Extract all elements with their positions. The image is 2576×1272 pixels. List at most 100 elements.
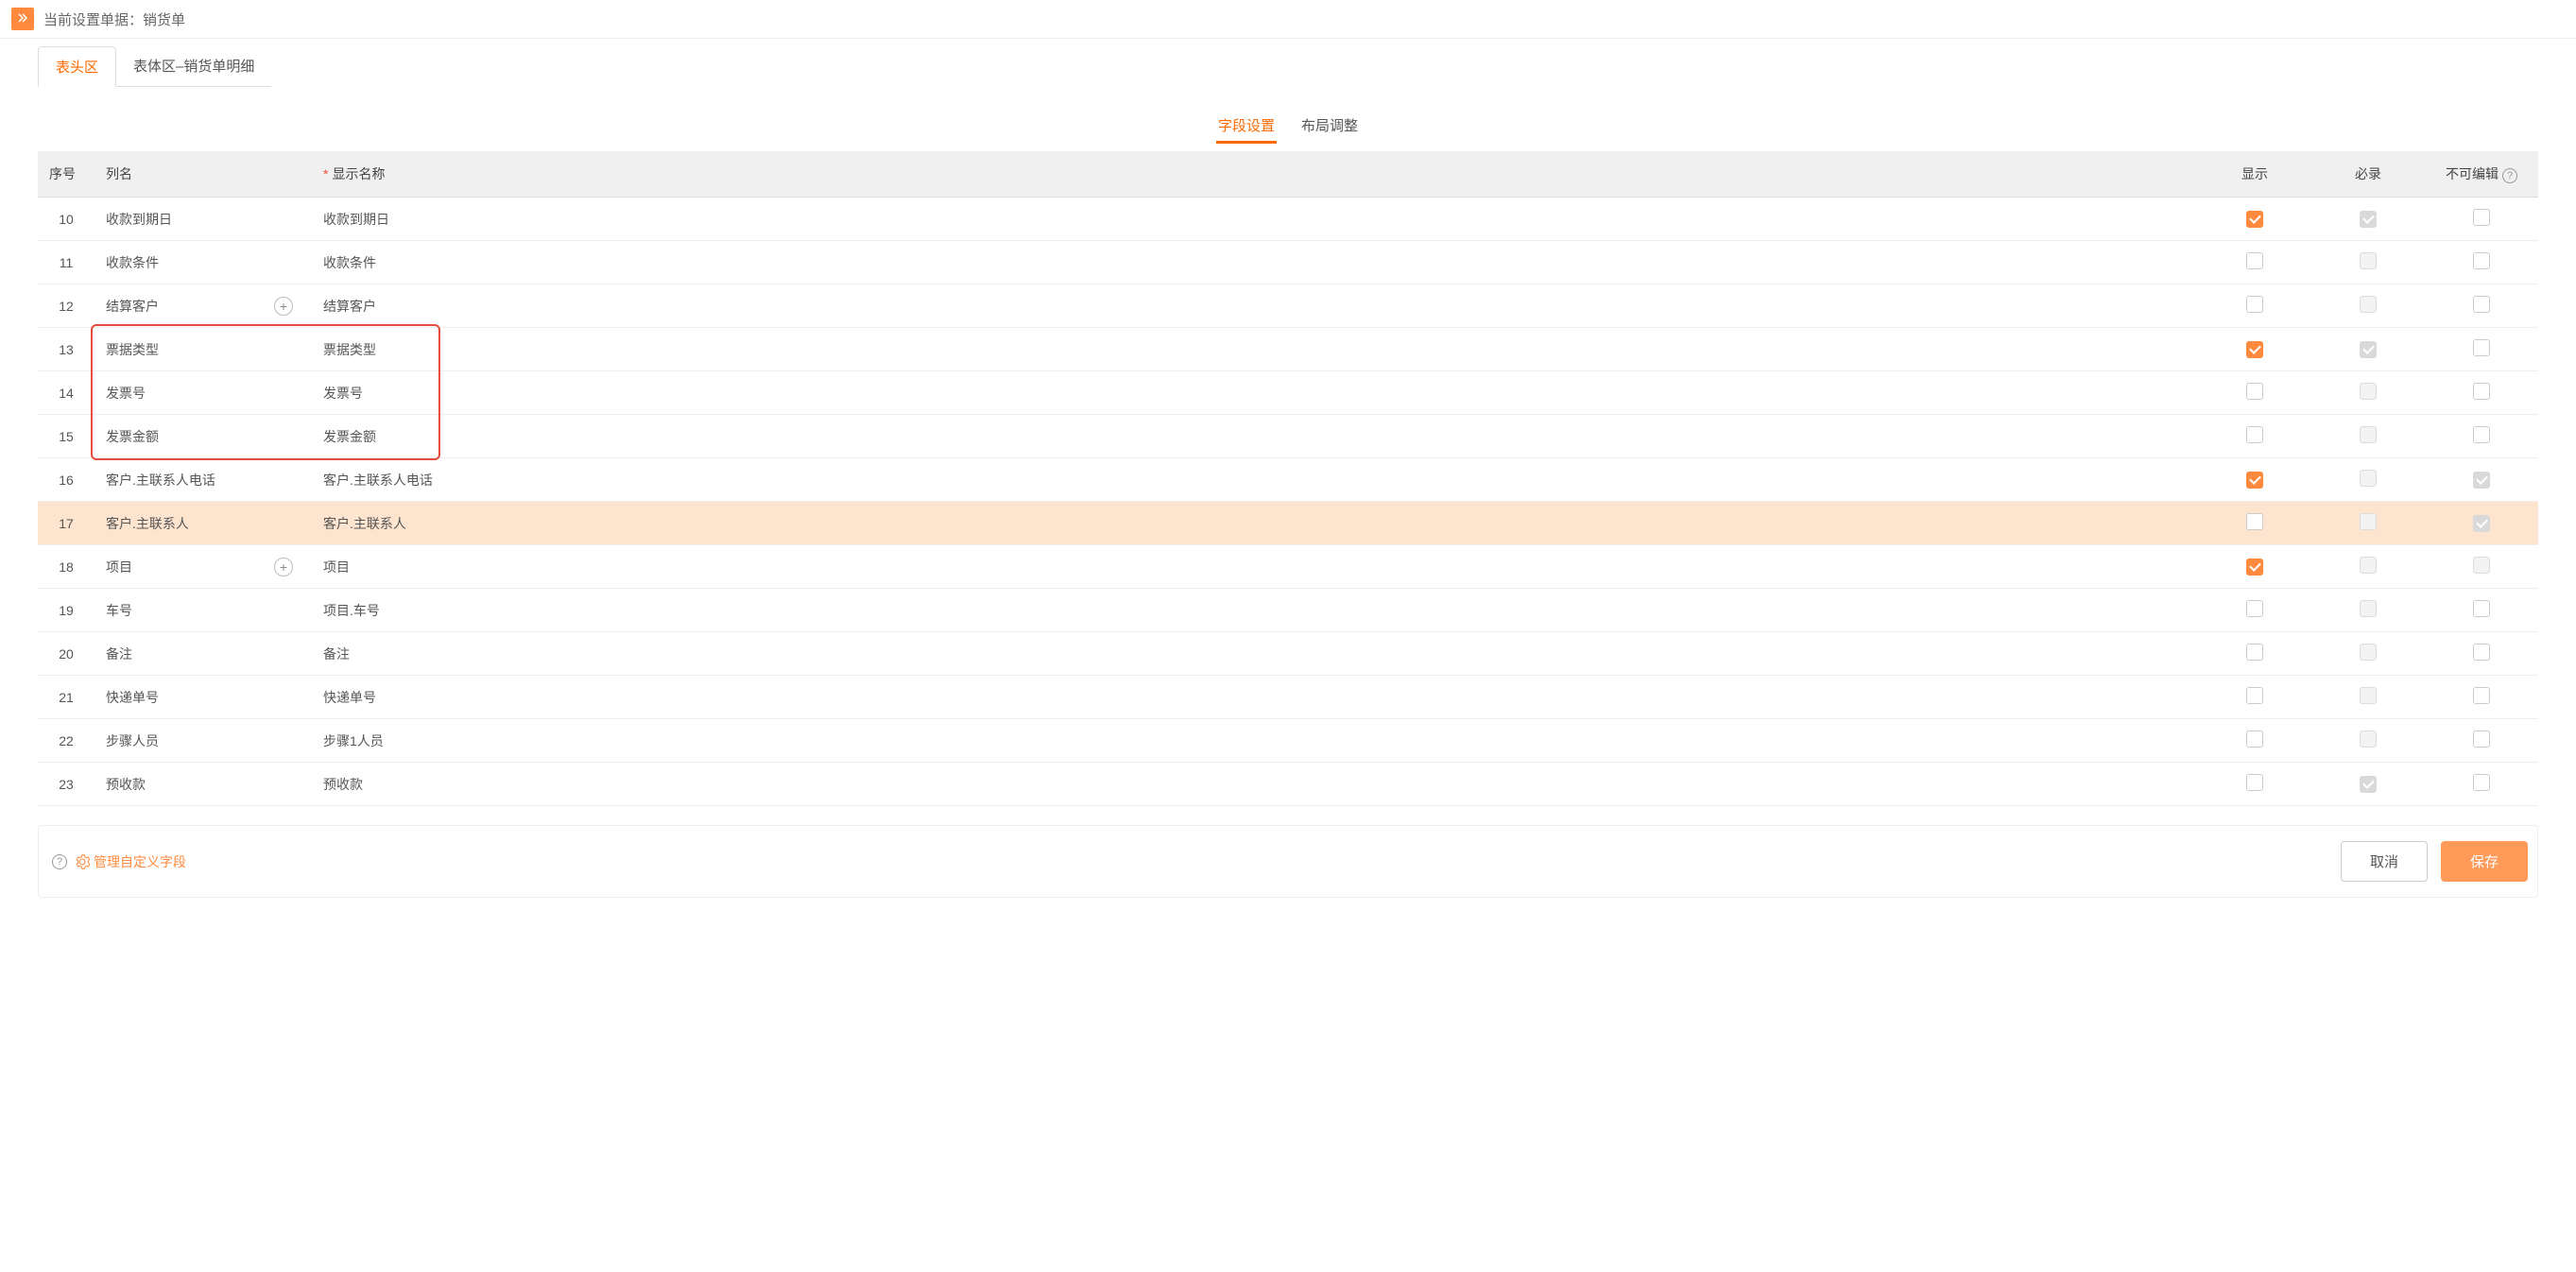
row-seq: 17 (38, 502, 94, 545)
checkbox-readonly[interactable] (2473, 252, 2490, 269)
checkbox-readonly[interactable] (2473, 774, 2490, 791)
checkbox-readonly[interactable] (2473, 687, 2490, 704)
row-seq: 20 (38, 632, 94, 676)
row-seq: 12 (38, 284, 94, 328)
subtab-1[interactable]: 布局调整 (1299, 110, 1360, 144)
row-name: 发票号 (94, 371, 312, 415)
checkbox-show[interactable] (2246, 731, 2263, 748)
col-required-header: 必录 (2311, 151, 2425, 198)
row-seq: 18 (38, 545, 94, 589)
table-row: 13票据类型票据类型 (38, 328, 2538, 371)
checkbox-show[interactable] (2246, 296, 2263, 313)
col-show-header: 显示 (2198, 151, 2311, 198)
row-name: 结算客户+ (94, 284, 312, 328)
row-name: 收款到期日 (94, 198, 312, 241)
checkbox-readonly[interactable] (2473, 426, 2490, 443)
table-row: 15发票金额发票金额 (38, 415, 2538, 458)
checkbox-show[interactable] (2246, 774, 2263, 791)
row-name: 收款条件 (94, 241, 312, 284)
row-seq: 15 (38, 415, 94, 458)
checkbox-readonly[interactable] (2473, 296, 2490, 313)
help-icon[interactable]: ? (2502, 168, 2517, 183)
col-display-header: *显示名称 (312, 151, 2198, 198)
checkbox-show[interactable] (2246, 687, 2263, 704)
row-seq: 14 (38, 371, 94, 415)
checkbox-show[interactable] (2246, 426, 2263, 443)
table-row: 14发票号发票号 (38, 371, 2538, 415)
plus-icon[interactable]: + (274, 558, 293, 576)
save-button[interactable]: 保存 (2441, 841, 2528, 882)
row-seq: 16 (38, 458, 94, 502)
checkbox-show[interactable] (2246, 211, 2263, 228)
row-display[interactable]: 项目 (312, 545, 2198, 589)
checkbox-required (2360, 252, 2377, 269)
row-display[interactable]: 票据类型 (312, 328, 2198, 371)
checkbox-show[interactable] (2246, 472, 2263, 489)
row-display[interactable]: 项目.车号 (312, 589, 2198, 632)
checkbox-show[interactable] (2246, 559, 2263, 576)
row-name: 车号 (94, 589, 312, 632)
row-name: 票据类型 (94, 328, 312, 371)
checkbox-required (2360, 687, 2377, 704)
row-display[interactable]: 收款条件 (312, 241, 2198, 284)
table-row: 21快递单号快递单号 (38, 676, 2538, 719)
checkbox-required (2360, 644, 2377, 661)
checkbox-show[interactable] (2246, 252, 2263, 269)
row-name: 客户.主联系人 (94, 502, 312, 545)
checkbox-readonly[interactable] (2473, 209, 2490, 226)
checkbox-show[interactable] (2246, 383, 2263, 400)
checkbox-required (2360, 776, 2377, 793)
checkbox-readonly[interactable] (2473, 731, 2490, 748)
row-seq: 21 (38, 676, 94, 719)
row-name: 项目+ (94, 545, 312, 589)
table-row: 20备注备注 (38, 632, 2538, 676)
tab-1[interactable]: 表体区–销货单明细 (116, 46, 271, 87)
row-name: 发票金额 (94, 415, 312, 458)
table-row: 10收款到期日收款到期日 (38, 198, 2538, 241)
row-display[interactable]: 预收款 (312, 763, 2198, 806)
row-display[interactable]: 快递单号 (312, 676, 2198, 719)
manage-custom-fields-link[interactable]: 管理自定义字段 (75, 852, 186, 871)
checkbox-readonly (2473, 515, 2490, 532)
row-display[interactable]: 客户.主联系人电话 (312, 458, 2198, 502)
checkbox-show[interactable] (2246, 600, 2263, 617)
page-header: 当前设置单据：销货单 (0, 0, 2576, 39)
checkbox-readonly[interactable] (2473, 644, 2490, 661)
row-display[interactable]: 备注 (312, 632, 2198, 676)
checkbox-show[interactable] (2246, 644, 2263, 661)
checkbox-readonly[interactable] (2473, 600, 2490, 617)
tab-0[interactable]: 表头区 (38, 46, 116, 87)
plus-icon[interactable]: + (274, 297, 293, 316)
header-label: 当前设置单据：销货单 (43, 9, 185, 29)
table-row: 22步骤人员步骤1人员 (38, 719, 2538, 763)
checkbox-readonly (2473, 472, 2490, 489)
row-name: 预收款 (94, 763, 312, 806)
footer-bar: ? 管理自定义字段 取消 保存 (38, 825, 2538, 898)
help-icon[interactable]: ? (52, 854, 67, 869)
checkbox-required (2360, 426, 2377, 443)
row-display[interactable]: 收款到期日 (312, 198, 2198, 241)
row-display[interactable]: 步骤1人员 (312, 719, 2198, 763)
checkbox-show[interactable] (2246, 341, 2263, 358)
table-row: 16客户.主联系人电话客户.主联系人电话 (38, 458, 2538, 502)
checkbox-show[interactable] (2246, 513, 2263, 530)
row-seq: 19 (38, 589, 94, 632)
expand-sidebar-button[interactable] (11, 8, 34, 30)
checkbox-required (2360, 557, 2377, 574)
row-display[interactable]: 发票金额 (312, 415, 2198, 458)
checkbox-required (2360, 600, 2377, 617)
row-display[interactable]: 结算客户 (312, 284, 2198, 328)
row-display[interactable]: 发票号 (312, 371, 2198, 415)
subtab-0[interactable]: 字段设置 (1216, 110, 1277, 144)
checkbox-required (2360, 211, 2377, 228)
table-row: 12结算客户+结算客户 (38, 284, 2538, 328)
checkbox-readonly[interactable] (2473, 339, 2490, 356)
row-display[interactable]: 客户.主联系人 (312, 502, 2198, 545)
row-seq: 11 (38, 241, 94, 284)
checkbox-required (2360, 513, 2377, 530)
table-row: 11收款条件收款条件 (38, 241, 2538, 284)
row-name: 客户.主联系人电话 (94, 458, 312, 502)
checkbox-readonly[interactable] (2473, 383, 2490, 400)
cancel-button[interactable]: 取消 (2341, 841, 2428, 882)
col-name-header: 列名 (94, 151, 312, 198)
